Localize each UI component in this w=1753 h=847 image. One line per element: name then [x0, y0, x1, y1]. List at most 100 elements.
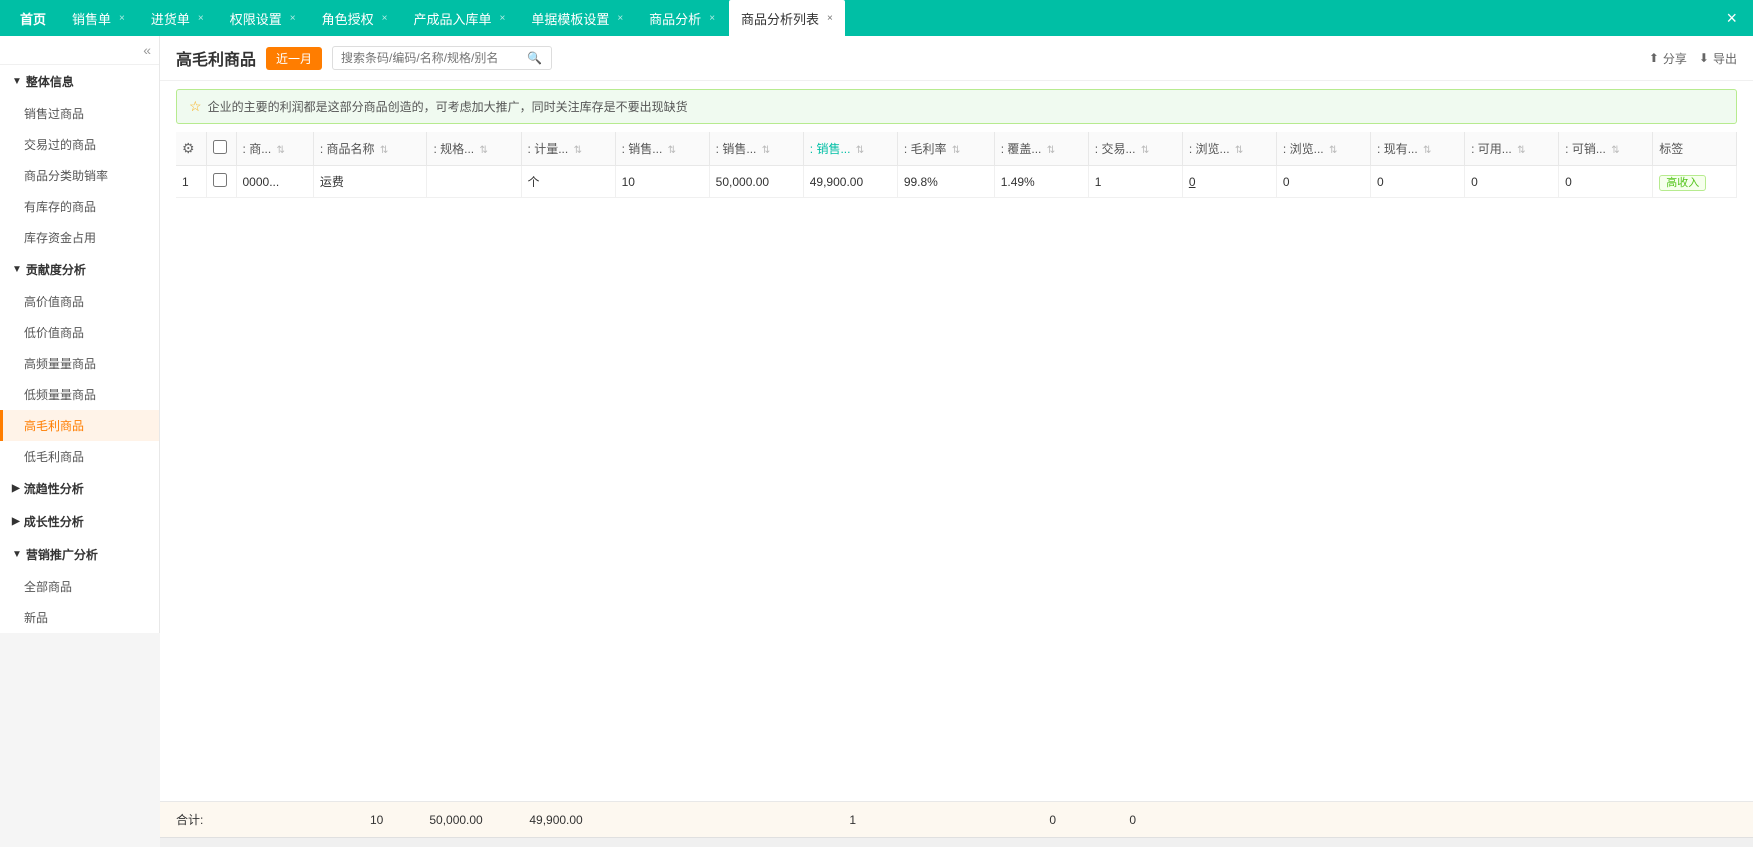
- share-button[interactable]: ⬆ 分享: [1649, 50, 1687, 67]
- sidebar-item-high-margin[interactable]: 高毛利商品: [0, 410, 159, 441]
- select-all-checkbox[interactable]: [213, 140, 227, 154]
- sidebar-group-marketing-analysis-items: 全部商品 新品: [0, 571, 159, 633]
- nav-tab-home[interactable]: 首页: [8, 0, 58, 36]
- row-name: 运费: [313, 166, 427, 198]
- sort-icon: ⇅: [1329, 145, 1337, 156]
- nav-tab-form-template[interactable]: 单据模板设置 ×: [519, 0, 635, 36]
- row-margin-rate: 99.8%: [897, 166, 994, 198]
- sidebar-item-traded-products[interactable]: 交易过的商品: [0, 129, 159, 160]
- sidebar-item-low-margin[interactable]: 低毛利商品: [0, 441, 159, 472]
- available-column-header[interactable]: : 可用... ⇅: [1465, 132, 1559, 166]
- sidebar-item-high-value[interactable]: 高价值商品: [0, 286, 159, 317]
- trade-column-header[interactable]: : 交易... ⇅: [1088, 132, 1182, 166]
- nav-tab-purchase[interactable]: 进货单 ×: [139, 0, 216, 36]
- browse2-column-header[interactable]: : 浏览... ⇅: [1276, 132, 1370, 166]
- horizontal-scrollbar[interactable]: [160, 837, 1753, 847]
- browse1-column-header[interactable]: : 浏览... ⇅: [1182, 132, 1276, 166]
- footer-spacer2: [923, 813, 1043, 827]
- close-all-tabs-button[interactable]: ×: [1718, 8, 1745, 29]
- sidebar-group-overall-info[interactable]: ▼ 整体信息: [0, 65, 159, 98]
- table-footer: 合计: 10 50,000.00 49,900.00 1 0 0: [160, 801, 1753, 837]
- sidebar-item-low-freq[interactable]: 低频量量商品: [0, 379, 159, 410]
- sidebar-group-growth-analysis[interactable]: ▶ 成长性分析: [0, 505, 159, 538]
- nav-tab-product-analysis-list[interactable]: 商品分析列表 ×: [729, 0, 845, 36]
- sidebar-item-sales-products[interactable]: 销售过商品: [0, 98, 159, 129]
- sales-amount-column-header[interactable]: : 销售... ⇅: [709, 132, 803, 166]
- sales-qty-column-header[interactable]: : 销售... ⇅: [615, 132, 709, 166]
- nav-tab-product-entry[interactable]: 产成品入库单 ×: [401, 0, 517, 36]
- row-sales-qty: 10: [615, 166, 709, 198]
- row-checkbox[interactable]: [206, 166, 236, 198]
- close-icon[interactable]: ×: [290, 13, 296, 24]
- sidebar-group-trend-analysis[interactable]: ▶ 流趋性分析: [0, 472, 159, 505]
- chevron-down-icon: ▼: [12, 76, 22, 87]
- tag-column-header[interactable]: 标签: [1653, 132, 1737, 166]
- footer-cells: 10 50,000.00 49,900.00 1 0 0: [223, 813, 1737, 827]
- row-sales-profit: 49,900.00: [803, 166, 897, 198]
- footer-sales-profit: 49,900.00: [523, 813, 643, 827]
- sidebar-item-low-value[interactable]: 低价值商品: [0, 317, 159, 348]
- search-icon[interactable]: 🔍: [527, 51, 542, 65]
- nav-tab-product-analysis[interactable]: 商品分析 ×: [637, 0, 727, 36]
- sidebar-item-stocked-products[interactable]: 有库存的商品: [0, 191, 159, 222]
- sidebar-item-all-products[interactable]: 全部商品: [0, 571, 159, 602]
- content-area: 高毛利商品 近一月 🔍 ⬆ 分享 ⬇ 导出 ☆ 企业的主要的利润都是这部分商品创…: [160, 36, 1753, 847]
- sort-icon: ⇅: [856, 145, 864, 156]
- chevron-down-icon: ▼: [12, 264, 22, 275]
- sidebar-item-product-assist-rate[interactable]: 商品分类助销率: [0, 160, 159, 191]
- sidebar-item-new-products[interactable]: 新品: [0, 602, 159, 633]
- sort-icon: ⇅: [479, 145, 487, 156]
- sort-icon: ⇅: [574, 145, 582, 156]
- spec-column-header[interactable]: : 规格... ⇅: [427, 132, 521, 166]
- row-sales-amount: 50,000.00: [709, 166, 803, 198]
- checkbox-column-header: [206, 132, 236, 166]
- close-icon[interactable]: ×: [119, 13, 125, 24]
- name-column-header[interactable]: : 商品名称 ⇅: [313, 132, 427, 166]
- sidebar-item-inventory-capital[interactable]: 库存资金占用: [0, 222, 159, 253]
- row-index: 1: [176, 166, 206, 198]
- nav-tab-role-permission[interactable]: 角色授权 ×: [310, 0, 400, 36]
- row-trade: 1: [1088, 166, 1182, 198]
- close-icon[interactable]: ×: [499, 13, 505, 24]
- content-header: 高毛利商品 近一月 🔍 ⬆ 分享 ⬇ 导出: [160, 36, 1753, 81]
- settings-icon[interactable]: ⚙: [182, 140, 195, 156]
- close-icon[interactable]: ×: [617, 13, 623, 24]
- close-icon[interactable]: ×: [827, 13, 833, 24]
- row-select-checkbox[interactable]: [213, 173, 227, 187]
- share-icon: ⬆: [1649, 51, 1659, 65]
- chevron-right-icon: ▶: [12, 516, 20, 527]
- search-box: 🔍: [332, 46, 552, 70]
- sort-icon: ⇅: [762, 145, 770, 156]
- close-icon[interactable]: ×: [382, 13, 388, 24]
- code-column-header[interactable]: : 商... ⇅: [236, 132, 313, 166]
- sort-icon: ⇅: [668, 145, 676, 156]
- sellable-column-header[interactable]: : 可销... ⇅: [1559, 132, 1653, 166]
- main-layout: « ▼ 整体信息 销售过商品 交易过的商品 商品分类助销率 有库存的商品: [0, 36, 1753, 847]
- table-container: ⚙ : 商... ⇅ : 商品名称 ⇅: [160, 132, 1753, 801]
- sort-icon: ⇅: [952, 145, 960, 156]
- close-icon[interactable]: ×: [709, 13, 715, 24]
- header-actions: ⬆ 分享 ⬇ 导出: [1649, 50, 1737, 67]
- nav-tab-permission-settings[interactable]: 权限设置 ×: [218, 0, 308, 36]
- current-stock-column-header[interactable]: : 现有... ⇅: [1371, 132, 1465, 166]
- settings-column-header[interactable]: ⚙: [176, 132, 206, 166]
- nav-tab-sales[interactable]: 销售单 ×: [60, 0, 137, 36]
- close-icon[interactable]: ×: [198, 13, 204, 24]
- time-filter-button[interactable]: 近一月: [266, 47, 322, 70]
- sidebar-group-marketing-analysis[interactable]: ▼ 营销推广分析: [0, 538, 159, 571]
- sidebar-group-treasure-analysis[interactable]: ▼ 贡献度分析: [0, 253, 159, 286]
- sales-profit-column-header[interactable]: : 销售... ⇅: [803, 132, 897, 166]
- row-coverage: 1.49%: [994, 166, 1088, 198]
- row-browse1[interactable]: 0: [1182, 166, 1276, 198]
- sort-icon: ⇅: [1611, 145, 1619, 156]
- sidebar: « ▼ 整体信息 销售过商品 交易过的商品 商品分类助销率 有库存的商品: [0, 36, 160, 633]
- sidebar-collapse-button[interactable]: «: [143, 42, 151, 58]
- row-browse2: 0: [1276, 166, 1370, 198]
- sidebar-item-high-freq[interactable]: 高频量量商品: [0, 348, 159, 379]
- export-button[interactable]: ⬇ 导出: [1699, 50, 1737, 67]
- unit-column-header[interactable]: : 计量... ⇅: [521, 132, 615, 166]
- search-input[interactable]: [341, 51, 521, 65]
- sidebar-group-treasure-analysis-items: 高价值商品 低价值商品 高频量量商品 低频量量商品 高毛利商品 低毛利商品: [0, 286, 159, 472]
- margin-rate-column-header[interactable]: : 毛利率 ⇅: [897, 132, 994, 166]
- coverage-column-header[interactable]: : 覆盖... ⇅: [994, 132, 1088, 166]
